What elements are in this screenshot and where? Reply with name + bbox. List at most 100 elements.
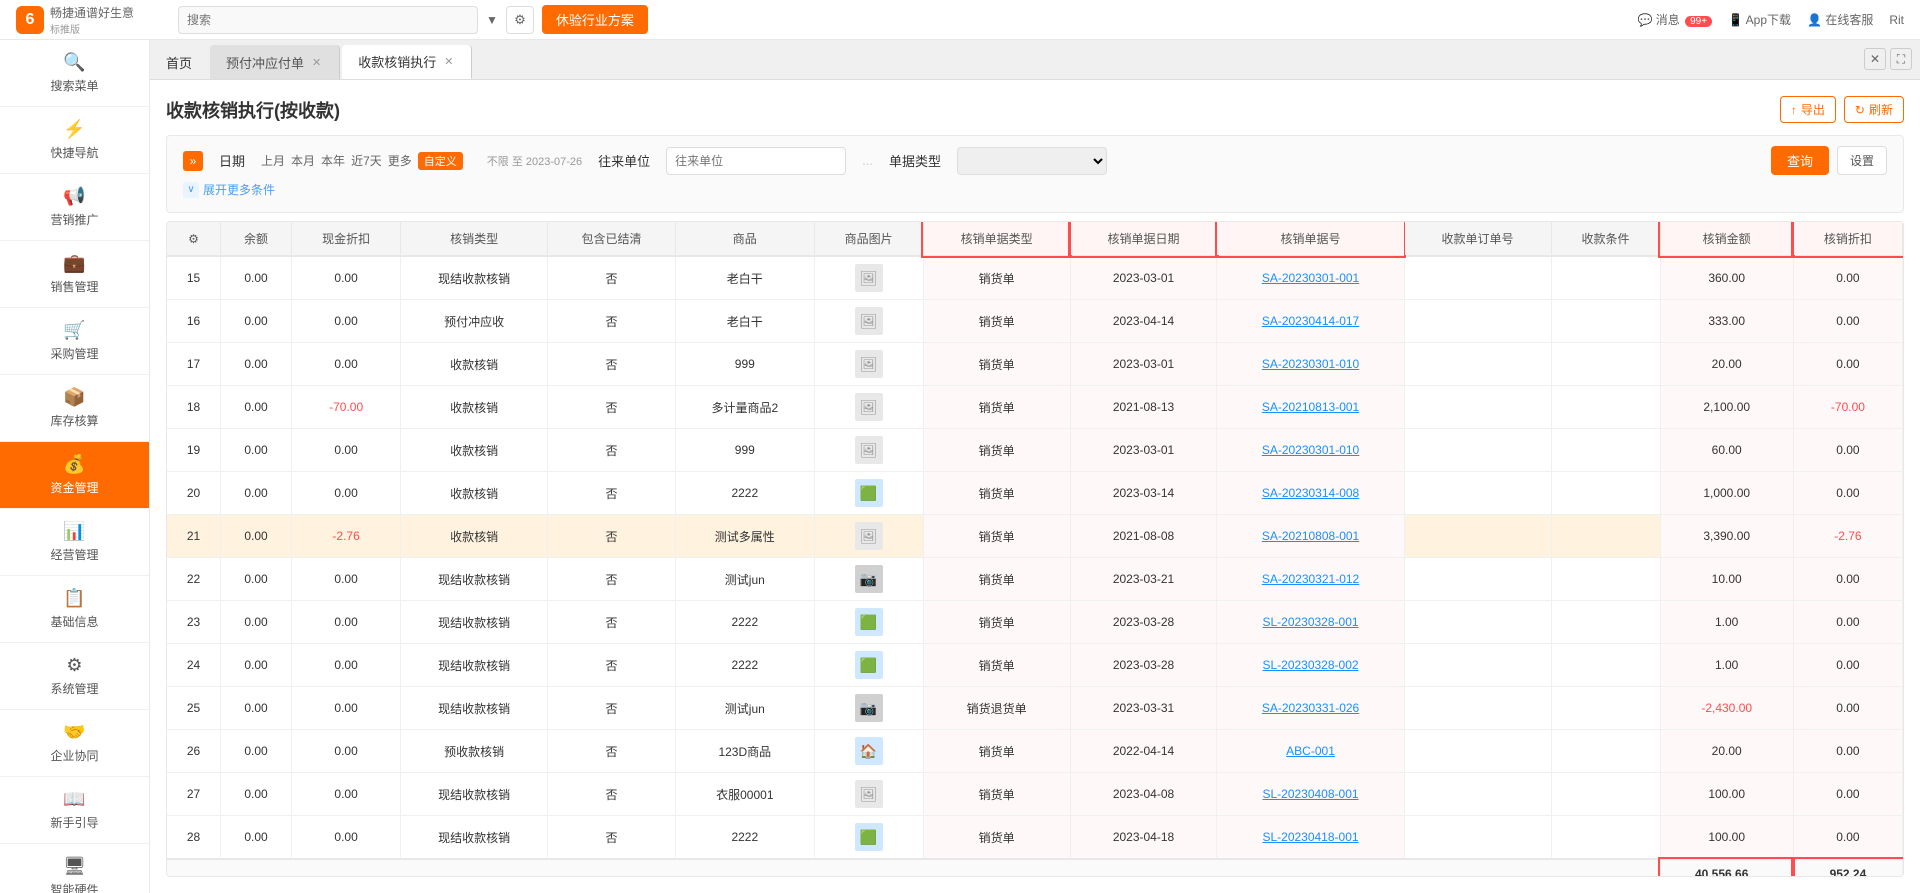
sidebar-item-inventory[interactable]: 📦 库存核算 bbox=[0, 375, 149, 442]
cell-bill-no[interactable]: SA-20230331-026 bbox=[1217, 687, 1404, 730]
cell-bill-no[interactable]: SA-20230301-010 bbox=[1217, 429, 1404, 472]
cell-bill-no[interactable]: SA-20230321-012 bbox=[1217, 558, 1404, 601]
table-row: 19 0.00 0.00 收款核销 否 999 🖼 销货单 2023-03-01… bbox=[167, 429, 1903, 472]
cell-bill-no[interactable]: ABC-001 bbox=[1217, 730, 1404, 773]
cell-type: 现结收款核销 bbox=[401, 687, 548, 730]
industry-button[interactable]: 休验行业方案 bbox=[542, 5, 648, 34]
sidebar-item-quick[interactable]: ⚡ 快捷导航 bbox=[0, 107, 149, 174]
tab-prepay-close[interactable]: ✕ bbox=[310, 54, 323, 71]
cell-type: 现结收款核销 bbox=[401, 558, 548, 601]
cell-bill-date: 2023-03-01 bbox=[1070, 429, 1217, 472]
sidebar-label-sales: 销售管理 bbox=[50, 278, 98, 295]
cell-bill-no[interactable]: SA-20230301-001 bbox=[1217, 256, 1404, 300]
sidebar-item-search[interactable]: 🔍 搜索菜单 bbox=[0, 40, 149, 107]
sidebar-item-purchase[interactable]: 🛒 采购管理 bbox=[0, 308, 149, 375]
cell-write-off-discount: 0.00 bbox=[1793, 429, 1902, 472]
date-this-month[interactable]: 本月 bbox=[291, 152, 315, 169]
cell-settled: 否 bbox=[548, 515, 676, 558]
cell-id: 21 bbox=[167, 515, 220, 558]
cell-goods: 测试多属性 bbox=[676, 515, 815, 558]
date-7days[interactable]: 近7天 bbox=[351, 152, 382, 169]
sidebar-item-enterprise[interactable]: 🤝 企业协同 bbox=[0, 710, 149, 777]
cell-write-off-discount: 0.00 bbox=[1793, 256, 1902, 300]
cell-write-off-discount: 0.00 bbox=[1793, 773, 1902, 816]
bill-type-select[interactable] bbox=[957, 147, 1107, 175]
messages-btn[interactable]: 💬 消息 99+ bbox=[1637, 11, 1712, 28]
cell-discount: 0.00 bbox=[292, 687, 401, 730]
cell-bill-no[interactable]: SL-20230328-002 bbox=[1217, 644, 1404, 687]
cell-type: 预收款核销 bbox=[401, 730, 548, 773]
sidebar-item-marketing[interactable]: 📢 营销推广 bbox=[0, 174, 149, 241]
cell-order-no bbox=[1404, 429, 1551, 472]
cell-write-off-discount: 0.00 bbox=[1793, 644, 1902, 687]
date-more[interactable]: 更多 bbox=[388, 152, 412, 169]
goods-image: 🖼 bbox=[855, 780, 883, 808]
cell-goods-img: 🖼 bbox=[814, 256, 923, 300]
sidebar-item-operations[interactable]: 📊 经营管理 bbox=[0, 509, 149, 576]
from-unit-input[interactable] bbox=[666, 147, 846, 175]
cell-bill-no[interactable]: SA-20230314-008 bbox=[1217, 472, 1404, 515]
sidebar-item-hardware[interactable]: 🖥 智能硬件 bbox=[0, 844, 149, 893]
tab-writeoff[interactable]: 收款核销执行 ✕ bbox=[342, 45, 472, 79]
goods-image: 🖼 bbox=[855, 307, 883, 335]
date-last-month[interactable]: 上月 bbox=[261, 152, 285, 169]
cell-bill-date: 2023-03-14 bbox=[1070, 472, 1217, 515]
tab-expand[interactable]: ⛶ bbox=[1890, 48, 1912, 70]
app-download-btn[interactable]: 📱 App下载 bbox=[1728, 11, 1791, 28]
search-input[interactable] bbox=[178, 6, 478, 34]
sidebar-item-system[interactable]: ⚙ 系统管理 bbox=[0, 643, 149, 710]
filter-separator: ... bbox=[862, 153, 873, 168]
table-row: 25 0.00 0.00 现结收款核销 否 测试jun 📷 销货退货单 2023… bbox=[167, 687, 1903, 730]
cell-goods: 2222 bbox=[676, 601, 815, 644]
cell-goods: 衣服00001 bbox=[676, 773, 815, 816]
export-button[interactable]: ↑ 导出 bbox=[1780, 96, 1836, 123]
sales-icon: 💼 bbox=[63, 253, 85, 274]
sidebar-label-search: 搜索菜单 bbox=[50, 77, 98, 94]
refresh-button[interactable]: ↻ 刷新 bbox=[1844, 96, 1904, 123]
cell-amount: 100.00 bbox=[1660, 816, 1793, 860]
cell-bill-no[interactable]: SA-20210813-001 bbox=[1217, 386, 1404, 429]
cell-bill-no[interactable]: SL-20230408-001 bbox=[1217, 773, 1404, 816]
tab-home[interactable]: 首页 bbox=[150, 45, 208, 79]
cell-bill-no[interactable]: SL-20230328-001 bbox=[1217, 601, 1404, 644]
cell-bill-date: 2023-03-01 bbox=[1070, 343, 1217, 386]
cell-goods: 测试jun bbox=[676, 558, 815, 601]
cell-discount: 0.00 bbox=[292, 773, 401, 816]
cell-settled: 否 bbox=[548, 558, 676, 601]
cell-bill-no[interactable]: SL-20230418-001 bbox=[1217, 816, 1404, 860]
query-button[interactable]: 查询 bbox=[1771, 146, 1829, 175]
guide-icon: 📖 bbox=[63, 789, 85, 810]
col-settings[interactable]: ⚙ bbox=[167, 222, 220, 256]
cell-bill-no[interactable]: SA-20210808-001 bbox=[1217, 515, 1404, 558]
cell-goods: 测试jun bbox=[676, 687, 815, 730]
cell-bill-no[interactable]: SA-20230414-017 bbox=[1217, 300, 1404, 343]
marketing-icon: 📢 bbox=[63, 186, 85, 207]
sidebar-item-sales[interactable]: 💼 销售管理 bbox=[0, 241, 149, 308]
tab-writeoff-close[interactable]: ✕ bbox=[442, 53, 455, 70]
expand-conditions-btn[interactable]: ∨ 展开更多条件 bbox=[183, 181, 1887, 198]
tab-close-all[interactable]: ✕ bbox=[1864, 48, 1886, 70]
filter-settings-button[interactable]: 设置 bbox=[1837, 146, 1887, 175]
sidebar-label-enterprise: 企业协同 bbox=[50, 747, 98, 764]
tab-prepay[interactable]: 预付冲应付单 ✕ bbox=[210, 45, 340, 79]
sidebar-item-guide[interactable]: 📖 新手引导 bbox=[0, 777, 149, 844]
cell-order-no bbox=[1404, 558, 1551, 601]
online-service-btn[interactable]: 👤 在线客服 bbox=[1807, 11, 1873, 28]
col-bill-type: 核销单据类型 bbox=[923, 222, 1070, 256]
sidebar-item-basic[interactable]: 📋 基础信息 bbox=[0, 576, 149, 643]
cell-bill-type: 销货单 bbox=[923, 300, 1070, 343]
cell-id: 23 bbox=[167, 601, 220, 644]
sidebar-item-finance[interactable]: 💰 资金管理 bbox=[0, 442, 149, 509]
cell-goods: 2222 bbox=[676, 472, 815, 515]
date-this-year[interactable]: 本年 bbox=[321, 152, 345, 169]
cell-goods-img: 🖼 bbox=[814, 429, 923, 472]
date-custom[interactable]: 自定义 bbox=[418, 152, 463, 170]
col-condition: 收款条件 bbox=[1551, 222, 1660, 256]
cell-balance: 0.00 bbox=[220, 472, 291, 515]
cell-bill-no[interactable]: SA-20230301-010 bbox=[1217, 343, 1404, 386]
cell-settled: 否 bbox=[548, 429, 676, 472]
cell-amount: 1.00 bbox=[1660, 601, 1793, 644]
settings-icon[interactable]: ⚙ bbox=[506, 6, 534, 34]
filter-collapse-btn[interactable]: » bbox=[183, 151, 203, 171]
dropdown-toggle[interactable]: ▼ bbox=[486, 13, 498, 27]
